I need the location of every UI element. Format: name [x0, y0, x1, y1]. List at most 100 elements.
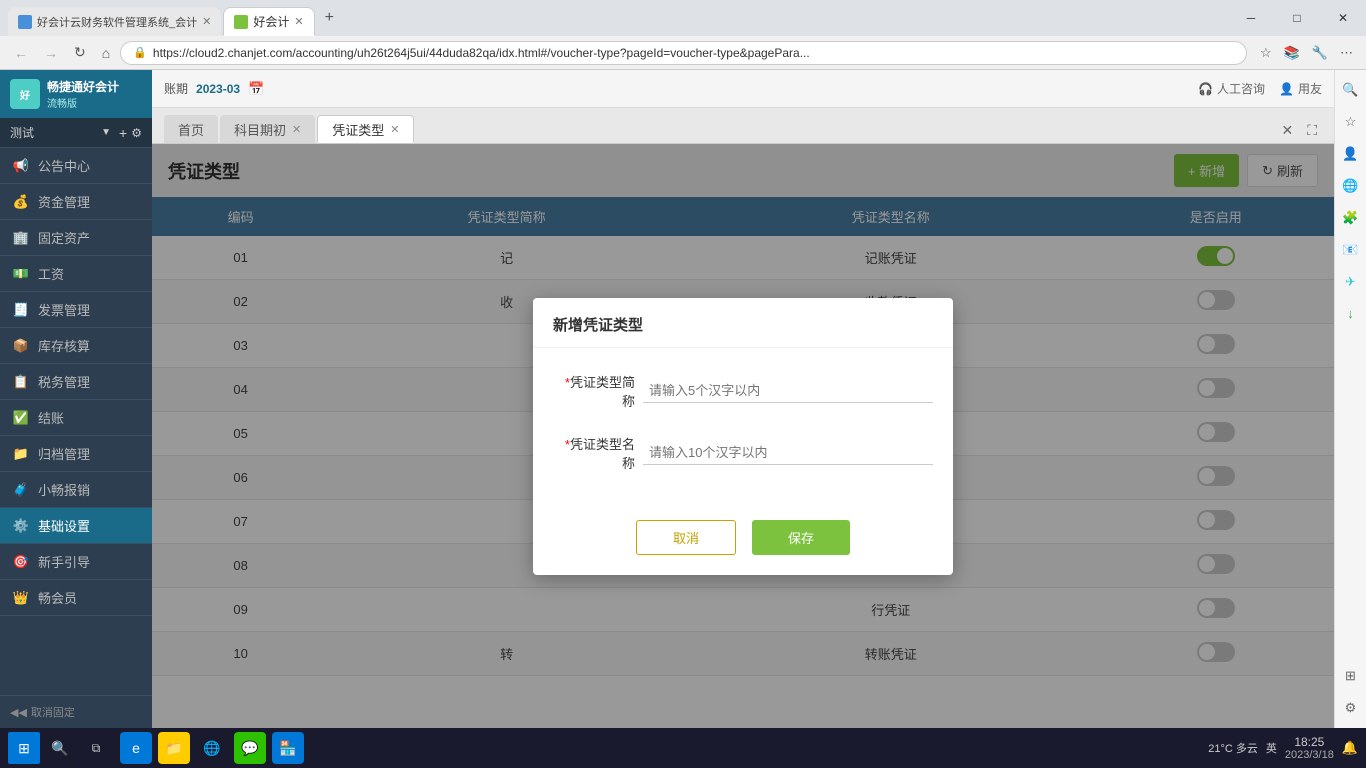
right-download-icon[interactable]: ↓	[1343, 302, 1358, 325]
sidebar-item-tax[interactable]: 📋 税务管理	[0, 364, 152, 400]
sidebar-label-guide: 新手引导	[38, 552, 90, 571]
sidebar-item-guide[interactable]: 🎯 新手引导	[0, 544, 152, 580]
extensions-btn[interactable]: 🔧	[1307, 43, 1333, 63]
salary-icon: 💵	[12, 266, 30, 282]
pin-icon: ◀◀	[10, 706, 27, 719]
member-icon: 👑	[12, 590, 30, 606]
sidebar-item-member[interactable]: 👑 畅会员	[0, 580, 152, 616]
field-short-input[interactable]	[643, 379, 933, 403]
checkout-icon: ✅	[12, 410, 30, 426]
tab-subjects-close[interactable]: ✕	[292, 123, 301, 136]
task-view-btn[interactable]: ⧉	[80, 732, 112, 764]
start-btn[interactable]: ⊞	[8, 732, 40, 764]
more-btn[interactable]: ⋯	[1335, 43, 1358, 63]
add-icon[interactable]: +	[119, 125, 127, 141]
tab2-close[interactable]: ✕	[294, 15, 303, 28]
sidebar: 好 畅捷通好会计 流畅版 测试 ▼ + ⚙ 📢 公告中心 💰 资金管理	[0, 70, 152, 728]
tax-icon: 📋	[12, 374, 30, 390]
user-label: 用友	[1298, 80, 1322, 97]
right-user2-icon[interactable]: 👤	[1338, 142, 1362, 166]
inventory-icon: 📦	[12, 338, 30, 354]
cancel-btn[interactable]: 取消	[636, 520, 736, 555]
file-explorer-taskbar[interactable]: 📁	[158, 732, 190, 764]
address-field[interactable]: 🔒 https://cloud2.chanjet.com/accounting/…	[120, 41, 1247, 65]
right-globe-icon[interactable]: 🌐	[1338, 174, 1362, 198]
browser-tab-2[interactable]: 好会计 ✕	[223, 7, 314, 36]
address-bar: ← → ↻ ⌂ 🔒 https://cloud2.chanjet.com/acc…	[0, 36, 1366, 70]
dialog: 新增凭证类型 *凭证类型简称	[533, 298, 953, 575]
announcement-icon: 📢	[12, 158, 30, 174]
consult-btn[interactable]: 🎧 人工咨询	[1198, 80, 1265, 97]
tab1-close[interactable]: ✕	[202, 15, 211, 28]
browser-tab-1[interactable]: 好会计云财务软件管理系统_会计 ✕	[8, 7, 221, 36]
sidebar-item-fixed-assets[interactable]: 🏢 固定资产	[0, 220, 152, 256]
expand-panel-btn[interactable]: ⛶	[1302, 120, 1322, 141]
field-name-input[interactable]	[643, 441, 933, 465]
chevron-down-icon: ▼	[101, 127, 111, 138]
notification-btn[interactable]: 🔔	[1342, 740, 1358, 756]
tab-bar-row: 首页 科目期初 ✕ 凭证类型 ✕ ✕ ⛶	[152, 108, 1334, 144]
taskbar-language: 英	[1266, 740, 1277, 756]
brand: 好 畅捷通好会计 流畅版	[0, 70, 152, 118]
forward-btn[interactable]: →	[38, 43, 64, 63]
sidebar-item-checkout[interactable]: ✅ 结账	[0, 400, 152, 436]
wechat-taskbar[interactable]: 💬	[234, 732, 266, 764]
sidebar-label-invoice: 发票管理	[38, 300, 90, 319]
settings-nav-icon: ⚙️	[12, 518, 30, 534]
maximize-btn[interactable]: □	[1274, 0, 1320, 36]
sidebar-label-announcement: 公告中心	[38, 156, 90, 175]
right-star-icon[interactable]: ☆	[1341, 110, 1361, 134]
home-btn[interactable]: ⌂	[96, 43, 116, 63]
tab-voucher-type[interactable]: 凭证类型 ✕	[317, 115, 414, 143]
dialog-header: 新增凭证类型	[533, 298, 953, 348]
clock-date: 2023/3/18	[1285, 749, 1334, 761]
sidebar-item-settings[interactable]: ⚙️ 基础设置	[0, 508, 152, 544]
right-mail-icon[interactable]: 📧	[1338, 238, 1362, 262]
tab-subjects[interactable]: 科目期初 ✕	[220, 115, 315, 143]
right-grid-icon[interactable]: ⊞	[1341, 664, 1360, 688]
invoice-icon: 🧾	[12, 302, 30, 318]
sidebar-label-tax: 税务管理	[38, 372, 90, 391]
tab-voucher-type-close[interactable]: ✕	[390, 123, 399, 136]
user-icon: 👤	[1279, 82, 1294, 96]
edge-taskbar[interactable]: e	[120, 732, 152, 764]
search-taskbar-btn[interactable]: 🔍	[44, 732, 76, 764]
guide-icon: 🎯	[12, 554, 30, 570]
back-btn[interactable]: ←	[8, 43, 34, 63]
dialog-body: *凭证类型简称 *凭证类型名称	[533, 348, 953, 508]
sidebar-item-invoice[interactable]: 🧾 发票管理	[0, 292, 152, 328]
save-btn[interactable]: 保存	[752, 520, 850, 555]
collections-btn[interactable]: 📚	[1279, 43, 1305, 63]
company-selector[interactable]: 测试 ▼ + ⚙	[0, 118, 152, 148]
sidebar-label-salary: 工资	[38, 264, 64, 283]
tab-home[interactable]: 首页	[164, 115, 218, 143]
right-plane-icon[interactable]: ✈	[1341, 270, 1360, 294]
sidebar-item-expense[interactable]: 🧳 小畅报销	[0, 472, 152, 508]
brand-name: 畅捷通好会计	[47, 78, 119, 95]
sidebar-item-announcement[interactable]: 📢 公告中心	[0, 148, 152, 184]
right-puzzle-icon[interactable]: 🧩	[1338, 206, 1362, 230]
right-gear-icon[interactable]: ⚙	[1341, 696, 1361, 720]
sidebar-item-salary[interactable]: 💵 工资	[0, 256, 152, 292]
new-tab-btn[interactable]: +	[317, 5, 342, 31]
headset-icon: 🎧	[1198, 82, 1213, 96]
sidebar-item-inventory[interactable]: 📦 库存核算	[0, 328, 152, 364]
sidebar-footer[interactable]: ◀◀ 取消固定	[0, 695, 152, 728]
tab-subjects-label: 科目期初	[234, 120, 286, 139]
refresh-btn[interactable]: ↻	[68, 42, 92, 63]
form-row-short: *凭证类型简称	[553, 372, 933, 410]
calendar-icon[interactable]: 📅	[248, 81, 264, 97]
user-btn[interactable]: 👤 用友	[1279, 80, 1322, 97]
minimize-btn[interactable]: ─	[1228, 0, 1274, 36]
settings-icon[interactable]: ⚙	[131, 126, 142, 140]
favorites-btn[interactable]: ☆	[1255, 43, 1277, 63]
right-search-icon[interactable]: 🔍	[1338, 78, 1362, 102]
sidebar-item-archive[interactable]: 📁 归档管理	[0, 436, 152, 472]
sidebar-item-funds[interactable]: 💰 资金管理	[0, 184, 152, 220]
chrome-taskbar[interactable]: 🌐	[196, 732, 228, 764]
close-panel-btn[interactable]: ✕	[1276, 120, 1298, 141]
close-btn[interactable]: ✕	[1320, 0, 1366, 36]
weather-info: 21°C 多云	[1208, 740, 1258, 756]
dialog-title: 新增凭证类型	[553, 317, 643, 334]
store-taskbar[interactable]: 🏪	[272, 732, 304, 764]
